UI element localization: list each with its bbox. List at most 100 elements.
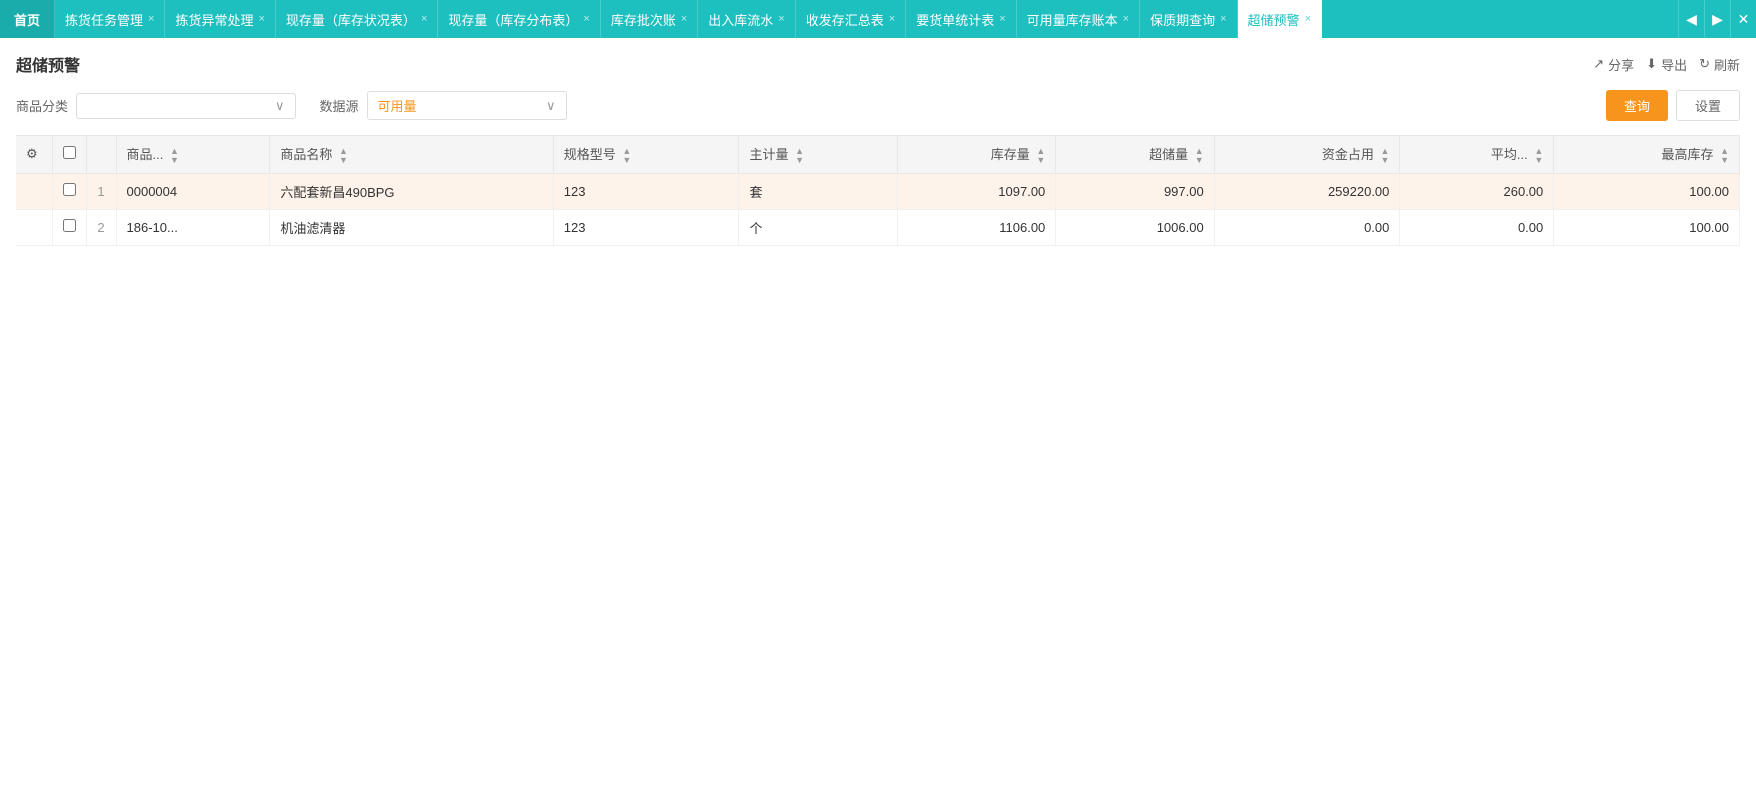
filter-row: 商品分类 ∨ 数据源 可用量 ∨ 查询 设置	[16, 90, 1740, 121]
column-max-stock[interactable]: 最高库存 ▲▼	[1554, 136, 1740, 174]
row-unit: 个	[739, 209, 897, 245]
page-title: 超储预警	[16, 52, 80, 76]
sort-icon: ▲▼	[339, 147, 348, 165]
column-avg[interactable]: 平均... ▲▼	[1400, 136, 1554, 174]
row-capital: 259220.00	[1214, 173, 1400, 209]
row-capital: 0.00	[1214, 209, 1400, 245]
close-icon[interactable]: ×	[778, 13, 784, 25]
chevron-down-icon: ∨	[275, 98, 285, 114]
category-select[interactable]: ∨	[76, 93, 296, 119]
row-avg: 0.00	[1400, 209, 1554, 245]
row-checkbox-cell[interactable]	[52, 173, 86, 209]
close-icon[interactable]: ×	[1123, 13, 1129, 25]
sort-icon: ▲▼	[170, 147, 179, 165]
column-unit[interactable]: 主计量 ▲▼	[739, 136, 897, 174]
row-number: 2	[86, 209, 116, 245]
filter-actions: 查询 设置	[1606, 90, 1740, 121]
close-icon[interactable]: ×	[1220, 13, 1226, 25]
column-stock[interactable]: 库存量 ▲▼	[897, 136, 1055, 174]
sort-icon: ▲▼	[795, 147, 804, 165]
column-product-code[interactable]: 商品... ▲▼	[116, 136, 270, 174]
nav-flow[interactable]: 出入库流水 ×	[698, 0, 795, 38]
datasource-select[interactable]: 可用量 ∨	[367, 91, 567, 120]
row-overstock: 1006.00	[1056, 209, 1214, 245]
export-button[interactable]: ⬇ 导出	[1646, 55, 1687, 74]
select-all-checkbox[interactable]	[63, 146, 76, 159]
settings-button[interactable]: 设置	[1676, 90, 1740, 121]
row-checkbox[interactable]	[63, 219, 76, 232]
close-icon[interactable]: ×	[148, 13, 154, 25]
column-overstock[interactable]: 超储量 ▲▼	[1056, 136, 1214, 174]
category-filter: 商品分类 ∨	[16, 93, 296, 119]
sort-icon: ▲▼	[1534, 147, 1543, 165]
refresh-button[interactable]: ↻ 刷新	[1699, 55, 1740, 74]
table-row: 2 186-10... 机油滤清器 123 个 1106.00 1006.00 …	[16, 209, 1740, 245]
close-icon[interactable]: ×	[1305, 13, 1311, 25]
row-gear-cell	[16, 173, 52, 209]
data-table: ⚙ 商品... ▲▼ 商品名称 ▲▼ 规格型号 ▲▼ 主计	[16, 135, 1740, 246]
page-title-row: 超储预警 ↗ 分享 ⬇ 导出 ↻ 刷新	[16, 52, 1740, 76]
table-row: 1 0000004 六配套新昌490BPG 123 套 1097.00 997.…	[16, 173, 1740, 209]
category-label: 商品分类	[16, 96, 68, 115]
query-button[interactable]: 查询	[1606, 90, 1668, 121]
nav-order-stats[interactable]: 要货单统计表 ×	[906, 0, 1016, 38]
row-spec: 123	[553, 173, 739, 209]
nav-arrows: ◀ ▶ ✕	[1678, 0, 1756, 38]
close-icon[interactable]: ×	[889, 13, 895, 25]
row-max-stock: 100.00	[1554, 173, 1740, 209]
nav-inventory-dist[interactable]: 现存量（库存分布表） ×	[438, 0, 600, 38]
nav-available-ledger[interactable]: 可用量库存账本 ×	[1017, 0, 1140, 38]
close-icon[interactable]: ×	[583, 13, 589, 25]
nav-expiry[interactable]: 保质期查询 ×	[1140, 0, 1237, 38]
sort-icon: ▲▼	[1380, 147, 1389, 165]
column-capital[interactable]: 资金占用 ▲▼	[1214, 136, 1400, 174]
share-button[interactable]: ↗ 分享	[1593, 55, 1634, 74]
nav-summary[interactable]: 收发存汇总表 ×	[796, 0, 906, 38]
chevron-down-icon: ∨	[546, 98, 556, 114]
row-max-stock: 100.00	[1554, 209, 1740, 245]
row-product-name: 六配套新昌490BPG	[270, 173, 553, 209]
row-stock: 1097.00	[897, 173, 1055, 209]
row-product-code: 0000004	[116, 173, 270, 209]
sort-icon: ▲▼	[622, 147, 631, 165]
row-product-name: 机油滤清器	[270, 209, 553, 245]
sort-icon: ▲▼	[1036, 147, 1045, 165]
column-row-num	[86, 136, 116, 174]
share-icon: ↗	[1593, 56, 1604, 72]
column-checkbox	[52, 136, 86, 174]
nav-batch-account[interactable]: 库存批次账 ×	[601, 0, 698, 38]
datasource-label: 数据源	[320, 96, 359, 115]
nav-arrow-close[interactable]: ✕	[1730, 0, 1756, 38]
row-avg: 260.00	[1400, 173, 1554, 209]
refresh-icon: ↻	[1699, 56, 1710, 72]
column-product-name[interactable]: 商品名称 ▲▼	[270, 136, 553, 174]
close-icon[interactable]: ×	[681, 13, 687, 25]
nav-arrow-right[interactable]: ▶	[1704, 0, 1730, 38]
close-icon[interactable]: ×	[258, 13, 264, 25]
row-number: 1	[86, 173, 116, 209]
nav-home[interactable]: 首页	[0, 0, 55, 38]
nav-overstock[interactable]: 超储预警 ×	[1238, 0, 1322, 38]
column-gear[interactable]: ⚙	[16, 136, 52, 174]
nav-exception[interactable]: 拣货异常处理 ×	[165, 0, 275, 38]
top-navigation: 首页 拣货任务管理 × 拣货异常处理 × 现存量（库存状况表） × 现存量（库存…	[0, 0, 1756, 38]
nav-arrow-left[interactable]: ◀	[1678, 0, 1704, 38]
row-checkbox[interactable]	[63, 183, 76, 196]
nav-task-mgmt[interactable]: 拣货任务管理 ×	[55, 0, 165, 38]
column-spec[interactable]: 规格型号 ▲▼	[553, 136, 739, 174]
row-gear-cell	[16, 209, 52, 245]
row-overstock: 997.00	[1056, 173, 1214, 209]
title-actions: ↗ 分享 ⬇ 导出 ↻ 刷新	[1593, 55, 1740, 74]
sort-icon: ▲▼	[1720, 147, 1729, 165]
page-content: 超储预警 ↗ 分享 ⬇ 导出 ↻ 刷新 商品分类 ∨ 数据源	[0, 38, 1756, 260]
close-icon[interactable]: ×	[421, 13, 427, 25]
nav-inventory-status[interactable]: 现存量（库存状况表） ×	[276, 0, 438, 38]
row-product-code: 186-10...	[116, 209, 270, 245]
row-checkbox-cell[interactable]	[52, 209, 86, 245]
datasource-filter: 数据源 可用量 ∨	[320, 91, 567, 120]
row-spec: 123	[553, 209, 739, 245]
sort-icon: ▲▼	[1195, 147, 1204, 165]
close-icon[interactable]: ×	[999, 13, 1005, 25]
datasource-value: 可用量	[378, 96, 417, 115]
export-icon: ⬇	[1646, 56, 1657, 72]
